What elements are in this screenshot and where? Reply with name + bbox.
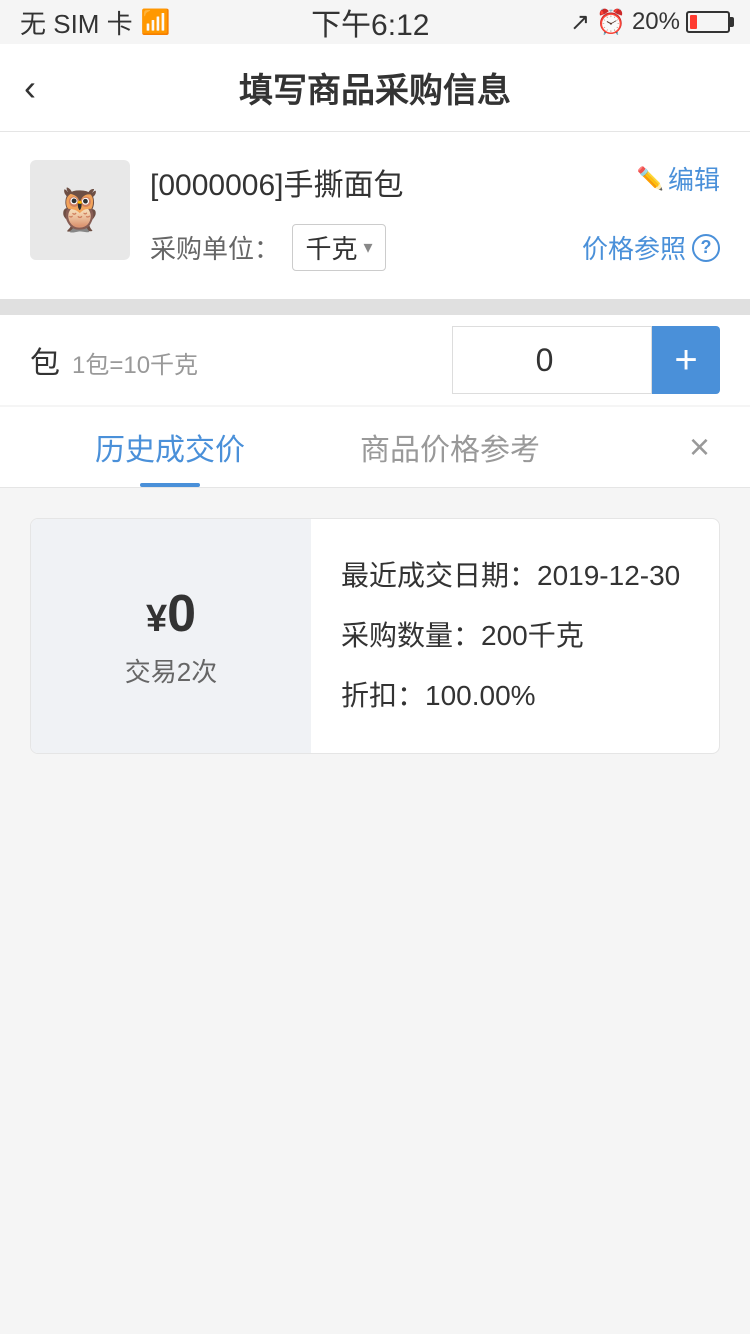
purchase-qty-value: 200千克 — [481, 620, 584, 651]
quantity-input-group[interactable]: + — [452, 326, 720, 394]
purchase-qty-row: 采购数量：200千克 — [341, 615, 689, 657]
recent-date-value: 2019-12-30 — [537, 560, 680, 591]
status-bar: 无 SIM 卡 📶 下午6:12 ↗ ⏰ 20% — [0, 0, 750, 44]
price-amount: ¥0 — [146, 584, 196, 644]
nav-bar: ‹ 填写商品采购信息 — [0, 44, 750, 132]
price-value: 0 — [167, 585, 196, 643]
product-card: 🦉 [0000006]手撕面包 ✏️ 编辑 采购单位： 千克 ▾ 价格参照 ? — [0, 132, 750, 299]
dropdown-arrow-icon: ▾ — [363, 237, 372, 258]
price-reference-button[interactable]: 价格参照 ? — [582, 229, 720, 266]
discount-value: 100.00% — [425, 680, 536, 711]
purchase-qty-label: 采购数量： — [341, 620, 481, 651]
status-left: 无 SIM 卡 📶 — [20, 4, 171, 41]
product-info: [0000006]手撕面包 ✏️ 编辑 采购单位： 千克 ▾ 价格参照 ? — [150, 160, 720, 271]
carrier-text: 无 SIM 卡 — [20, 4, 133, 41]
unit-label: 采购单位： — [150, 234, 280, 264]
tabs-container: 历史成交价 商品价格参考 × — [0, 407, 750, 488]
trade-count: 交易2次 — [125, 652, 217, 689]
tab-close-button[interactable]: × — [679, 416, 720, 478]
section-separator — [0, 299, 750, 315]
tab-price-reference[interactable]: 商品价格参考 — [310, 407, 590, 487]
product-name: [0000006]手撕面包 — [150, 160, 403, 204]
currency-symbol: ¥ — [146, 598, 167, 640]
edit-icon: ✏️ — [637, 166, 664, 192]
back-button[interactable]: ‹ — [24, 67, 36, 109]
recent-date-label: 最近成交日期： — [341, 560, 537, 591]
tab-price-ref-label: 商品价格参考 — [360, 425, 540, 469]
price-detail: 最近成交日期：2019-12-30 采购数量：200千克 折扣：100.00% — [311, 519, 719, 753]
price-summary: ¥0 交易2次 — [31, 519, 311, 753]
page-title: 填写商品采购信息 — [239, 63, 511, 112]
edit-button[interactable]: ✏️ 编辑 — [637, 160, 720, 197]
quantity-conversion: 1包=10千克 — [72, 345, 198, 380]
tab-history-label: 历史成交价 — [95, 425, 245, 469]
wifi-icon: 📶 — [141, 8, 171, 37]
product-logo-icon: 🦉 — [54, 186, 106, 235]
status-right: ↗ ⏰ 20% — [570, 8, 730, 37]
price-ref-label: 价格参照 — [582, 229, 686, 266]
product-thumbnail: 🦉 — [30, 160, 130, 260]
discount-row: 折扣：100.00% — [341, 675, 689, 717]
quantity-unit: 包 — [30, 338, 60, 382]
battery-icon — [686, 11, 730, 33]
quantity-input[interactable] — [452, 326, 652, 394]
quantity-row: 包 1包=10千克 + — [0, 315, 750, 405]
help-icon: ? — [692, 234, 720, 262]
location-icon: ↗ — [570, 8, 590, 37]
product-unit-row: 采购单位： 千克 ▾ 价格参照 ? — [150, 224, 720, 271]
battery-fill — [690, 15, 697, 29]
quantity-label-group: 包 1包=10千克 — [30, 338, 198, 382]
tab-active-indicator — [140, 483, 200, 487]
battery-percent: 20% — [632, 8, 680, 36]
quantity-plus-button[interactable]: + — [652, 326, 720, 394]
alarm-icon: ⏰ — [596, 8, 626, 37]
edit-label: 编辑 — [668, 160, 720, 197]
discount-label: 折扣： — [341, 680, 425, 711]
product-header: [0000006]手撕面包 ✏️ 编辑 — [150, 160, 720, 204]
unit-dropdown[interactable]: 千克 ▾ — [292, 224, 385, 271]
unit-value: 千克 — [305, 229, 357, 266]
recent-date-row: 最近成交日期：2019-12-30 — [341, 555, 689, 597]
content-area: ¥0 交易2次 最近成交日期：2019-12-30 采购数量：200千克 折扣：… — [0, 488, 750, 988]
history-price-card: ¥0 交易2次 最近成交日期：2019-12-30 采购数量：200千克 折扣：… — [30, 518, 720, 754]
tab-history-price[interactable]: 历史成交价 — [30, 407, 310, 487]
time-display: 下午6:12 — [311, 0, 429, 44]
unit-selector: 采购单位： 千克 ▾ — [150, 224, 386, 271]
